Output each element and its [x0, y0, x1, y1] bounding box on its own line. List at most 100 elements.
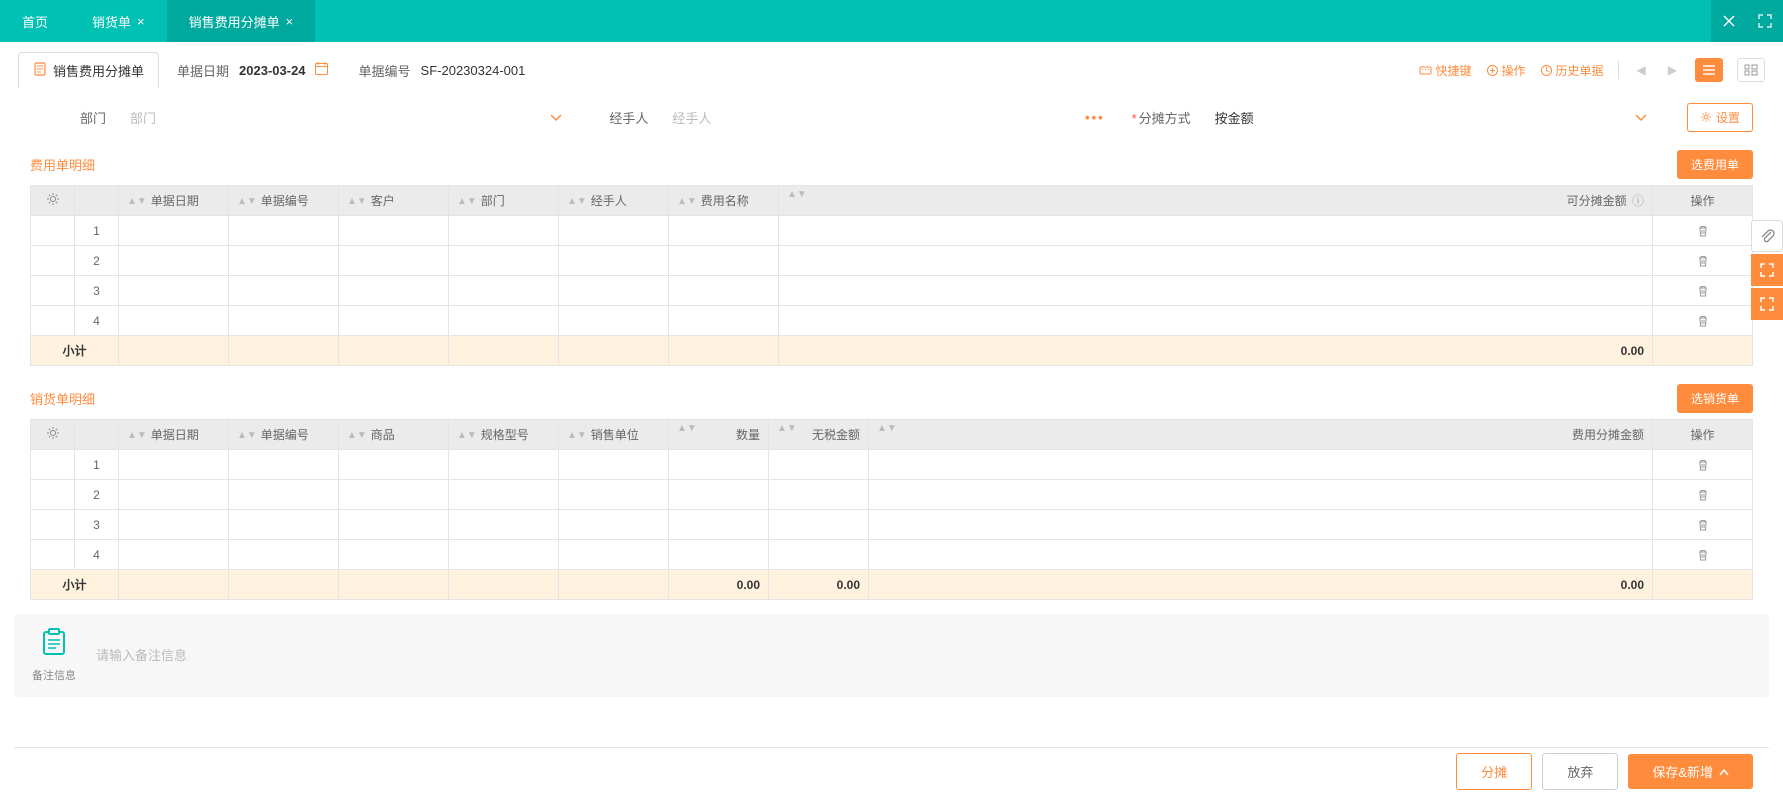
- col-op: 操作: [1653, 420, 1753, 450]
- fullscreen-button[interactable]: [1747, 0, 1783, 42]
- header-actions: 快捷键 操作 历史单据 ◀ ▶: [1419, 58, 1765, 82]
- doc-date-value[interactable]: 2023-03-24: [239, 63, 306, 78]
- shortcut-link[interactable]: 快捷键: [1419, 62, 1471, 79]
- allocate-button[interactable]: 分摊: [1456, 753, 1532, 790]
- handler-placeholder: 经手人: [672, 108, 711, 127]
- sales-table: ▲▼单据日期 ▲▼单据编号 ▲▼商品 ▲▼规格型号 ▲▼销售单位 ▲▼数量 ▲▼…: [30, 419, 1753, 600]
- table-row[interactable]: 4: [31, 540, 1753, 570]
- close-window-button[interactable]: [1711, 0, 1747, 42]
- row-checkbox-cell[interactable]: [31, 216, 75, 246]
- doc-date-field: 单据日期 2023-03-24: [177, 61, 329, 80]
- col-notax[interactable]: ▲▼无税金额: [769, 420, 869, 450]
- dept-input[interactable]: 部门: [120, 102, 572, 132]
- delete-row-button[interactable]: [1653, 306, 1753, 336]
- table-row[interactable]: 1: [31, 450, 1753, 480]
- remark-input[interactable]: [96, 648, 1751, 663]
- col-feename[interactable]: ▲▼费用名称: [669, 186, 779, 216]
- header-fields: 单据日期 2023-03-24 单据编号 SF-20230324-001: [177, 61, 1419, 80]
- col-dept[interactable]: ▲▼部门: [449, 186, 559, 216]
- subtotal-notax: 0.00: [769, 570, 869, 600]
- method-input[interactable]: 按金额: [1205, 102, 1657, 132]
- table-row[interactable]: 3: [31, 276, 1753, 306]
- handler-input[interactable]: 经手人 •••: [662, 102, 1114, 132]
- row-checkbox-cell[interactable]: [31, 510, 75, 540]
- window-controls: [1711, 0, 1783, 42]
- col-spec[interactable]: ▲▼规格型号: [449, 420, 559, 450]
- clipboard-icon: [32, 628, 76, 663]
- delete-row-button[interactable]: [1653, 276, 1753, 306]
- row-checkbox-cell[interactable]: [31, 540, 75, 570]
- close-icon[interactable]: ×: [286, 14, 294, 29]
- tab-alloc-label: 销售费用分摊单: [189, 12, 280, 31]
- expand-button[interactable]: [1751, 254, 1783, 286]
- fee-subtotal-row: 小计 0.00: [31, 336, 1753, 366]
- prev-doc-button[interactable]: ◀: [1633, 63, 1650, 77]
- delete-row-button[interactable]: [1653, 540, 1753, 570]
- row-number: 4: [75, 540, 119, 570]
- col-qty[interactable]: ▲▼数量: [669, 420, 769, 450]
- col-rownum: [75, 420, 119, 450]
- subtotal-label: 小计: [31, 570, 119, 600]
- history-link[interactable]: 历史单据: [1540, 62, 1604, 79]
- row-number: 2: [75, 246, 119, 276]
- gear-icon[interactable]: [31, 420, 75, 450]
- col-unit[interactable]: ▲▼销售单位: [559, 420, 669, 450]
- col-date[interactable]: ▲▼单据日期: [119, 420, 229, 450]
- row-checkbox-cell[interactable]: [31, 480, 75, 510]
- doc-no-value: SF-20230324-001: [421, 63, 526, 78]
- tab-home[interactable]: 首页: [0, 0, 70, 42]
- row-number: 3: [75, 510, 119, 540]
- delete-row-button[interactable]: [1653, 216, 1753, 246]
- table-row[interactable]: 2: [31, 480, 1753, 510]
- chevron-up-icon: [1719, 764, 1729, 779]
- row-checkbox-cell[interactable]: [31, 276, 75, 306]
- col-date[interactable]: ▲▼单据日期: [119, 186, 229, 216]
- tab-sales-order[interactable]: 销货单×: [70, 0, 167, 42]
- subtotal-fee: 0.00: [869, 570, 1653, 600]
- row-checkbox-cell[interactable]: [31, 246, 75, 276]
- select-fee-order-button[interactable]: 选费用单: [1677, 150, 1753, 179]
- help-icon[interactable]: ⓘ: [1632, 194, 1644, 208]
- col-allocamt[interactable]: ▲▼可分摊金额 ⓘ: [779, 186, 1653, 216]
- tab-fee-allocation[interactable]: 销售费用分摊单 ×: [167, 0, 316, 42]
- gear-icon[interactable]: [31, 186, 75, 216]
- operate-link[interactable]: 操作: [1486, 62, 1526, 79]
- col-no[interactable]: ▲▼单据编号: [229, 420, 339, 450]
- expand-button-2[interactable]: [1751, 288, 1783, 320]
- row-checkbox-cell[interactable]: [31, 306, 75, 336]
- table-row[interactable]: 3: [31, 510, 1753, 540]
- table-row[interactable]: 1: [31, 216, 1753, 246]
- discard-button[interactable]: 放弃: [1542, 753, 1618, 790]
- col-customer[interactable]: ▲▼客户: [339, 186, 449, 216]
- more-icon: •••: [1085, 110, 1105, 125]
- fee-table: ▲▼单据日期 ▲▼单据编号 ▲▼客户 ▲▼部门 ▲▼经手人 ▲▼费用名称 ▲▼可…: [30, 185, 1753, 366]
- save-new-button[interactable]: 保存&新增: [1628, 754, 1753, 789]
- delete-row-button[interactable]: [1653, 480, 1753, 510]
- list-view-button[interactable]: [1695, 58, 1723, 82]
- col-op: 操作: [1653, 186, 1753, 216]
- select-sales-order-button[interactable]: 选销货单: [1677, 384, 1753, 413]
- col-no[interactable]: ▲▼单据编号: [229, 186, 339, 216]
- fee-detail-section: 费用单明细 选费用单 ▲▼单据日期 ▲▼单据编号 ▲▼客户 ▲▼部门 ▲▼经手人…: [0, 150, 1783, 366]
- delete-row-button[interactable]: [1653, 510, 1753, 540]
- grid-view-button[interactable]: [1737, 58, 1765, 82]
- calendar-icon[interactable]: [314, 61, 329, 79]
- table-row[interactable]: 4: [31, 306, 1753, 336]
- settings-button[interactable]: 设置: [1687, 103, 1753, 132]
- form-title-label: 销售费用分摊单: [53, 61, 144, 80]
- table-row[interactable]: 2: [31, 246, 1753, 276]
- row-number: 1: [75, 450, 119, 480]
- close-icon[interactable]: ×: [137, 14, 145, 29]
- attachment-button[interactable]: [1751, 220, 1783, 252]
- delete-row-button[interactable]: [1653, 246, 1753, 276]
- delete-row-button[interactable]: [1653, 450, 1753, 480]
- handler-filter: 经手人 经手人 •••: [572, 102, 1114, 132]
- col-handler[interactable]: ▲▼经手人: [559, 186, 669, 216]
- next-doc-button[interactable]: ▶: [1664, 63, 1681, 77]
- handler-label: 经手人: [572, 108, 662, 127]
- dept-label: 部门: [30, 108, 120, 127]
- method-value: 按金额: [1215, 108, 1254, 127]
- row-checkbox-cell[interactable]: [31, 450, 75, 480]
- col-product[interactable]: ▲▼商品: [339, 420, 449, 450]
- col-feealloc[interactable]: ▲▼费用分摊金额: [869, 420, 1653, 450]
